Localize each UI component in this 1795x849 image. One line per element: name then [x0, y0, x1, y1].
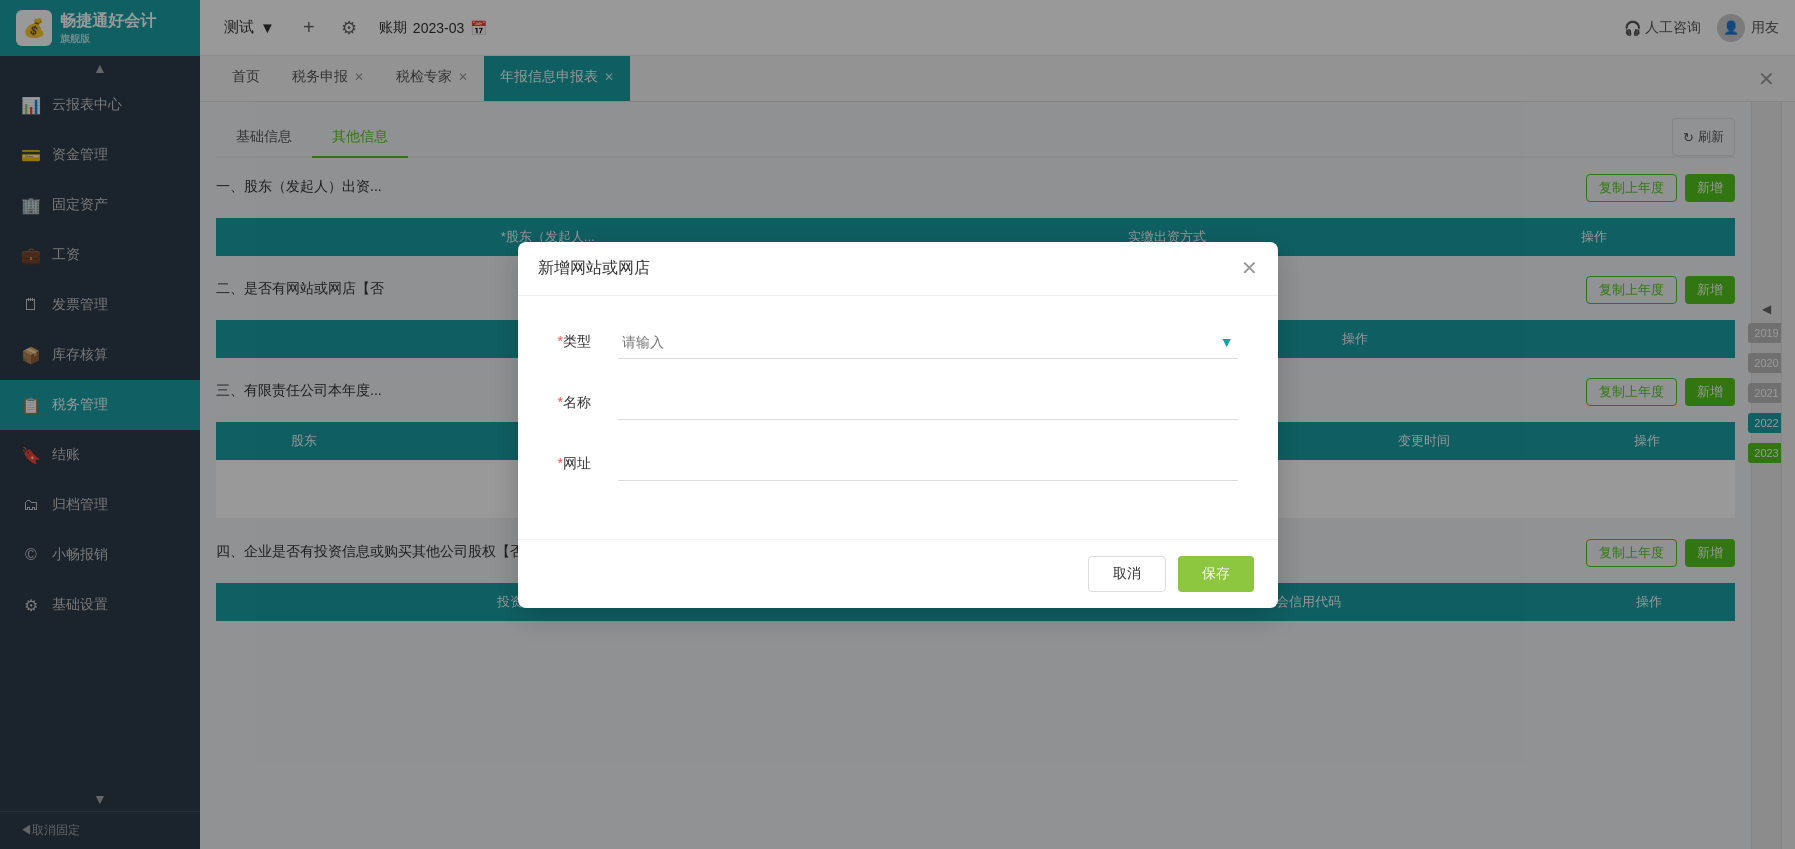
dialog-overlay[interactable]: 新增网站或网店 ✕ *类型 ▼ *名称	[0, 0, 1795, 849]
dialog-title: 新增网站或网店	[538, 258, 650, 279]
save-button[interactable]: 保存	[1178, 556, 1254, 592]
name-input[interactable]	[618, 387, 1238, 420]
type-input[interactable]	[618, 326, 1220, 358]
add-website-dialog: 新增网站或网店 ✕ *类型 ▼ *名称	[518, 242, 1278, 608]
form-field-name: *名称	[558, 387, 1238, 420]
label-type: *类型	[558, 333, 618, 351]
form-field-url: *网址	[558, 448, 1238, 481]
dialog-header: 新增网站或网店 ✕	[518, 242, 1278, 296]
dialog-footer: 取消 保存	[518, 539, 1278, 608]
type-select-wrap: ▼	[618, 326, 1238, 359]
select-arrow-icon: ▼	[1220, 334, 1238, 350]
url-input[interactable]	[618, 448, 1238, 481]
label-name: *名称	[558, 394, 618, 412]
dialog-close-button[interactable]: ✕	[1241, 258, 1258, 278]
cancel-button[interactable]: 取消	[1088, 556, 1166, 592]
label-url: *网址	[558, 455, 618, 473]
form-field-type: *类型 ▼	[558, 326, 1238, 359]
dialog-body: *类型 ▼ *名称 *网址	[518, 296, 1278, 539]
